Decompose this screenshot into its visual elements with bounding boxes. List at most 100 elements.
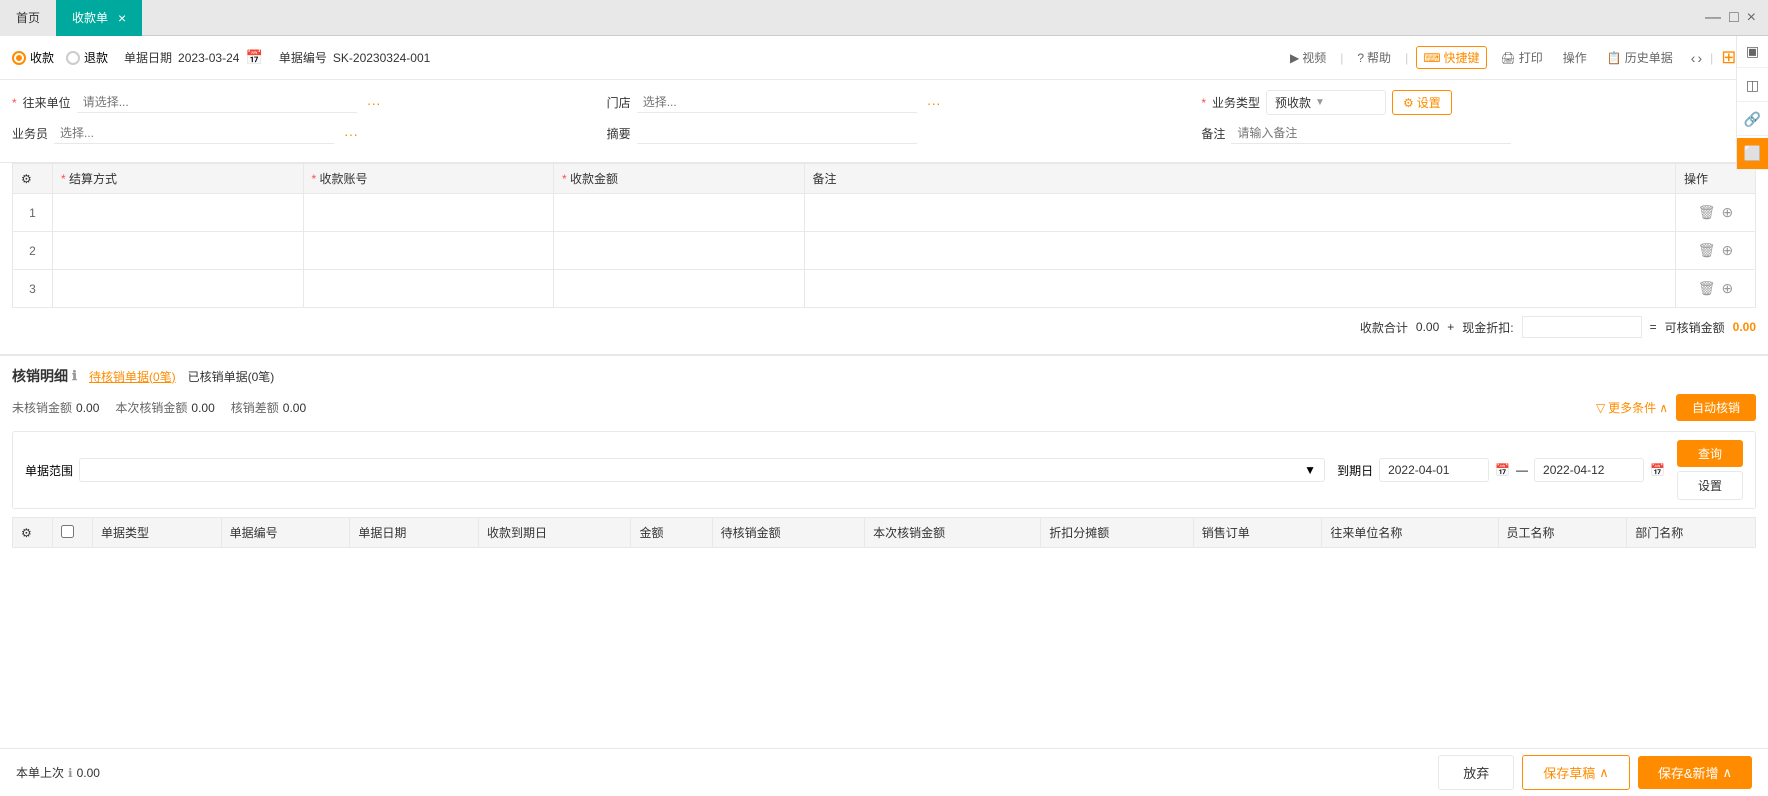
summary-input[interactable] — [637, 123, 917, 144]
discount-input[interactable] — [1522, 316, 1642, 338]
grid-layout-icon[interactable]: ⊞ — [1721, 47, 1736, 68]
save-button[interactable]: 保存&新增 ∧ — [1638, 756, 1752, 789]
delete-icon-row3[interactable]: 🗑 — [1698, 280, 1716, 297]
filter-icon: ▽ — [1596, 401, 1605, 415]
remarks-cell-1[interactable] — [804, 194, 1676, 232]
history-button[interactable]: 📋 历史单据 — [1601, 47, 1679, 68]
data-table-section: ⚙ * 结算方式 * 收款账号 * 收款金额 备注 操作 — [0, 163, 1768, 308]
settlement-cell-3[interactable] — [53, 270, 304, 308]
sidebar-link-icon[interactable]: 🔗 — [1737, 104, 1768, 136]
date-end-input[interactable] — [1534, 458, 1644, 482]
store-more-icon[interactable]: ··· — [923, 95, 945, 111]
print-button[interactable]: 🖨 打印 — [1495, 47, 1549, 68]
total-value: 0.00 — [1416, 320, 1439, 334]
minimize-icon[interactable]: — — [1705, 9, 1721, 27]
sidebar-doc-icon[interactable]: ◫ — [1737, 70, 1768, 102]
delete-icon-row2[interactable]: 🗑 — [1698, 242, 1716, 259]
delete-icon-row1[interactable]: 🗑 — [1698, 204, 1716, 221]
completed-tab[interactable]: 已核销单据(0笔) — [188, 368, 275, 385]
amount-cell-3[interactable] — [554, 270, 805, 308]
row-num-1: 1 — [13, 194, 53, 232]
operation-label: 操作 — [1563, 49, 1587, 66]
amount-cell-1[interactable] — [554, 194, 805, 232]
bottom-checkbox-col[interactable] — [53, 518, 93, 548]
bottom-settings-icon[interactable]: ⚙ — [21, 526, 32, 540]
tab-home[interactable]: 首页 — [0, 0, 56, 36]
tab-active[interactable]: 收款单 × — [56, 0, 142, 36]
calendar-end-icon[interactable]: 📅 — [1650, 463, 1665, 477]
range-label: 单据范围 — [25, 462, 73, 479]
draft-button[interactable]: 保存草稿 ∧ — [1522, 755, 1630, 790]
pending-col-header: 待核销金额 — [712, 518, 864, 548]
remarks-label: 备注 — [1201, 125, 1225, 142]
settlement-cell-1[interactable] — [53, 194, 304, 232]
copy-icon-row2[interactable]: ⊕ — [1722, 242, 1734, 259]
copy-icon-row1[interactable]: ⊕ — [1722, 204, 1734, 221]
auto-reconcile-button[interactable]: 自动核销 — [1676, 394, 1756, 421]
remarks-cell-2[interactable] — [804, 232, 1676, 270]
range-select[interactable]: ▼ — [79, 458, 1325, 482]
query-button[interactable]: 查询 — [1677, 440, 1743, 467]
number-field: 单据编号 SK-20230324-001 — [279, 49, 430, 66]
maximize-icon[interactable]: □ — [1729, 9, 1739, 27]
settings-button[interactable]: ⚙ 设置 — [1392, 90, 1452, 115]
calendar-start-icon[interactable]: 📅 — [1495, 463, 1510, 477]
remarks-input[interactable] — [1231, 123, 1511, 144]
pending-tab[interactable]: 待核销单据(0笔) — [89, 368, 176, 385]
filter-row: 单据范围 ▼ 到期日 📅 — 📅 查询 设置 — [12, 431, 1756, 509]
receipt-radio[interactable]: 收款 — [12, 49, 54, 66]
employee-col-header: 员工名称 — [1498, 518, 1627, 548]
number-value: SK-20230324-001 — [333, 51, 430, 65]
more-conditions-button[interactable]: ▽ 更多条件 ∧ — [1596, 399, 1668, 416]
help-button[interactable]: ? 帮助 — [1351, 47, 1397, 68]
date-start-input[interactable] — [1379, 458, 1489, 482]
remarks-col-header: 备注 — [804, 164, 1676, 194]
video-icon: ▶ — [1290, 51, 1299, 65]
account-cell-2[interactable] — [303, 232, 554, 270]
shortcut-label: 快捷键 — [1444, 49, 1480, 66]
amount-cell-2[interactable] — [554, 232, 805, 270]
settlement-cell-2[interactable] — [53, 232, 304, 270]
salesperson-more-icon[interactable]: ··· — [340, 126, 362, 142]
account-cell-3[interactable] — [303, 270, 554, 308]
diff-stat: 核销差额 0.00 — [231, 399, 306, 416]
business-type-required: * — [1201, 96, 1206, 110]
sidebar-table-icon[interactable]: ▣ — [1737, 36, 1768, 68]
date-value: 2023-03-24 — [178, 51, 239, 65]
copy-icon-row3[interactable]: ⊕ — [1722, 280, 1734, 297]
tab-close-icon[interactable]: × — [118, 0, 126, 36]
reconcile-settings-button[interactable]: 设置 — [1677, 471, 1743, 500]
table-settings-icon[interactable]: ⚙ — [21, 172, 32, 186]
abandon-button[interactable]: 放弃 — [1438, 755, 1514, 790]
bottom-settings-col[interactable]: ⚙ — [13, 518, 53, 548]
due-date-field: 到期日 📅 — 📅 — [1337, 458, 1665, 482]
business-type-select[interactable]: 预收款 ▼ — [1266, 90, 1386, 115]
shortcut-button[interactable]: ⌨ 快捷键 — [1416, 46, 1486, 69]
date-separator: — — [1516, 463, 1528, 477]
main-content: 收款 退款 单据日期 2023-03-24 📅 单据编号 SK-20230324… — [0, 36, 1768, 796]
prev-icon[interactable]: ‹ — [1691, 50, 1696, 66]
store-input[interactable] — [637, 92, 917, 113]
operation-button[interactable]: 操作 — [1557, 47, 1593, 68]
range-field: 单据范围 ▼ — [25, 458, 1325, 482]
settings-col-header[interactable]: ⚙ — [13, 164, 53, 194]
sidebar-expand-icon[interactable]: ⬜ — [1737, 138, 1768, 170]
video-button[interactable]: ▶ 视频 — [1284, 47, 1332, 68]
close-icon[interactable]: × — [1747, 9, 1756, 27]
reconcile-title: 核销明细 ℹ — [12, 366, 77, 386]
counterpart-more-icon[interactable]: ··· — [363, 95, 385, 111]
date-label: 单据日期 — [124, 49, 172, 66]
refund-radio-dot — [66, 51, 80, 65]
refund-radio[interactable]: 退款 — [66, 49, 108, 66]
salesperson-input[interactable] — [54, 123, 334, 144]
account-cell-1[interactable] — [303, 194, 554, 232]
actions-cell-2: 🗑 ⊕ — [1676, 232, 1756, 270]
calendar-icon[interactable]: 📅 — [245, 49, 262, 66]
select-all-checkbox[interactable] — [61, 525, 74, 538]
remarks-cell-3[interactable] — [804, 270, 1676, 308]
next-icon[interactable]: › — [1697, 50, 1702, 66]
equals-sign: = — [1650, 320, 1657, 334]
counterpart-input[interactable] — [77, 92, 357, 113]
toolbar: 收款 退款 单据日期 2023-03-24 📅 单据编号 SK-20230324… — [0, 36, 1768, 80]
business-type-label: 业务类型 — [1212, 94, 1260, 111]
